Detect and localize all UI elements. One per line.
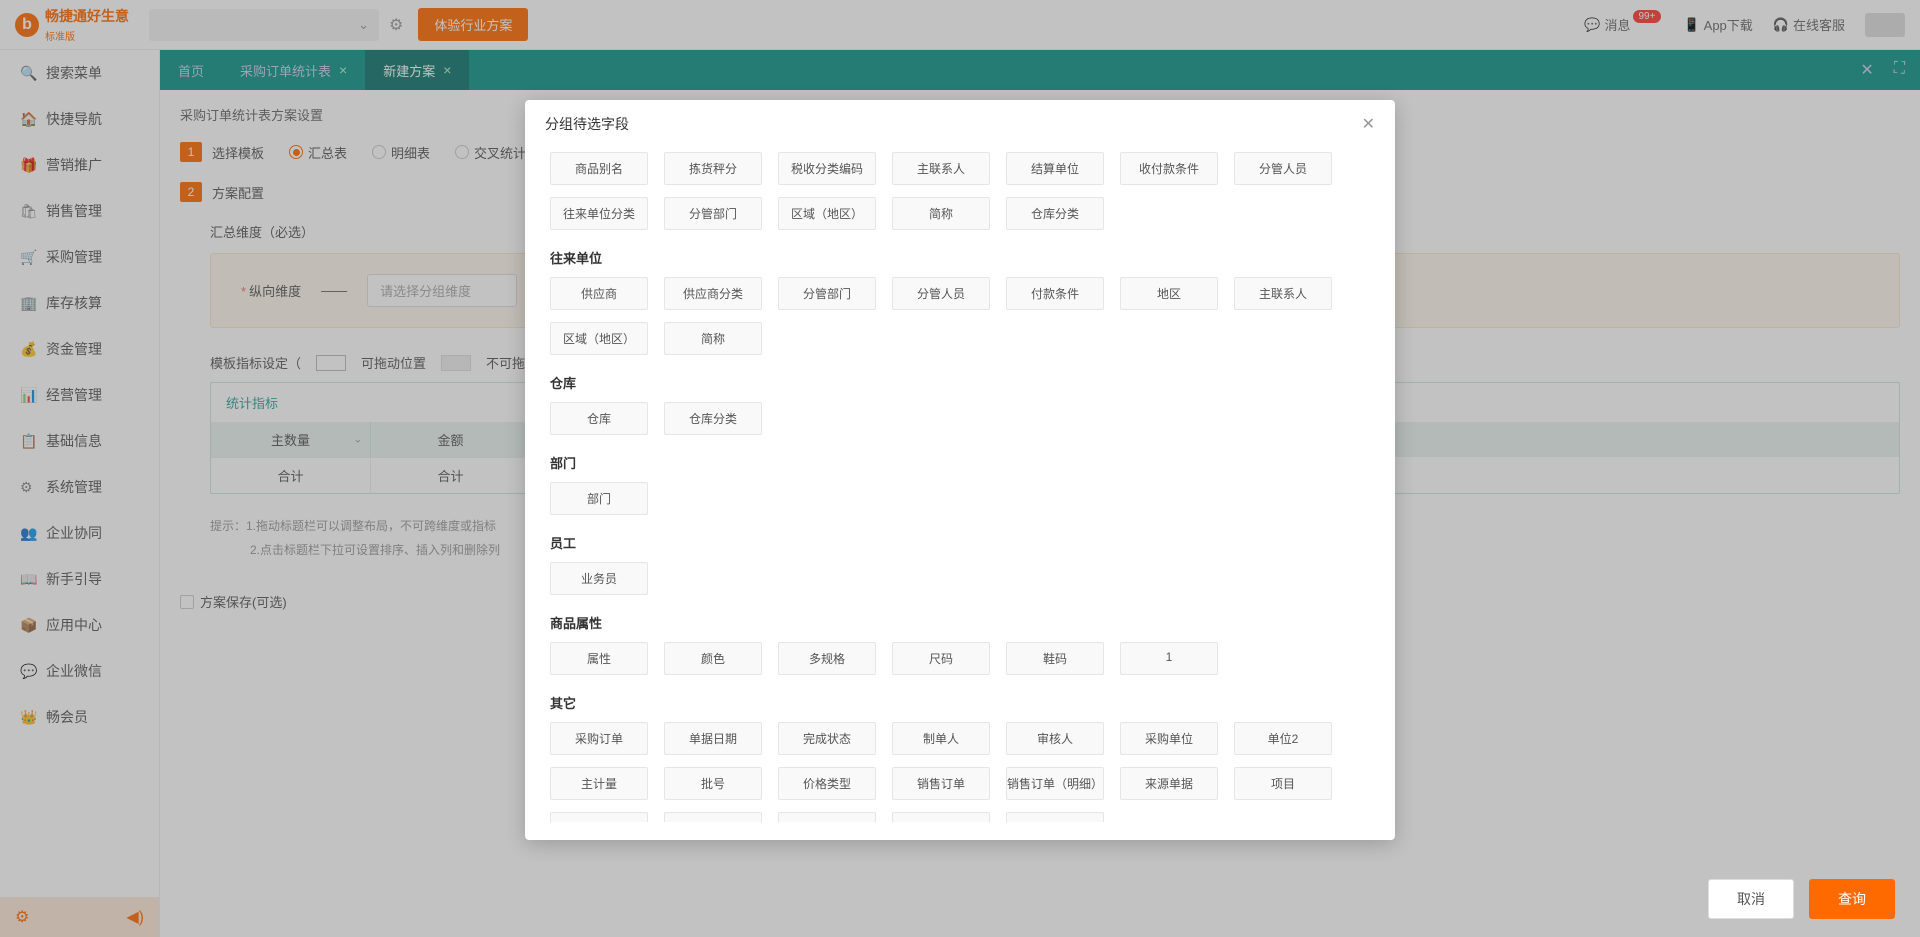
section-title: 员工 (550, 533, 1370, 552)
field-chip[interactable]: 单据日期 (664, 722, 762, 755)
section-title: 其它 (550, 693, 1370, 712)
field-chip[interactable]: 仓库 (550, 402, 648, 435)
section-title: 仓库 (550, 373, 1370, 392)
field-chip[interactable]: 分管部门 (778, 277, 876, 310)
field-chip[interactable]: 往来单位分类 (550, 197, 648, 230)
field-chip[interactable]: 来源单据 (1120, 767, 1218, 800)
field-chip[interactable]: 简称 (892, 197, 990, 230)
field-chip[interactable]: 车架号 (778, 812, 876, 822)
field-chip[interactable]: 收付款条件 (1120, 152, 1218, 185)
field-chip[interactable]: 分管人员 (1234, 152, 1332, 185)
field-chip[interactable]: 鞋码 (1006, 642, 1104, 675)
field-chip[interactable]: 尺码 (892, 642, 990, 675)
field-chip[interactable]: 仓库分类 (664, 402, 762, 435)
field-chip[interactable]: 部门 (550, 482, 648, 515)
field-chip[interactable]: 批号 (664, 767, 762, 800)
field-chip[interactable]: 项目分类 (550, 812, 648, 822)
section-title: 部门 (550, 453, 1370, 472)
field-chip[interactable]: 采购单位 (1120, 722, 1218, 755)
field-chip[interactable]: 付款条件 (1006, 277, 1104, 310)
cancel-button[interactable]: 取消 (1708, 879, 1794, 919)
field-chip[interactable]: 销售订单（明细） (1006, 767, 1104, 800)
field-chip[interactable]: 仓库分类 (1006, 197, 1104, 230)
field-chip[interactable]: 属性 (550, 642, 648, 675)
field-chip[interactable]: 分管部门 (664, 197, 762, 230)
field-chip[interactable]: 行中止 (664, 812, 762, 822)
field-chip[interactable]: 零件名称 (892, 812, 990, 822)
field-chip[interactable]: 采购订单 (550, 722, 648, 755)
section-title: 往来单位 (550, 248, 1370, 267)
field-chip[interactable]: 项目 (1234, 767, 1332, 800)
field-chip[interactable]: 制单人 (892, 722, 990, 755)
field-chip[interactable]: 审核人 (1006, 722, 1104, 755)
modal-title: 分组待选字段 (545, 114, 629, 134)
field-chip[interactable]: 结算单位 (1006, 152, 1104, 185)
field-chip[interactable]: 供应商分类 (664, 277, 762, 310)
field-chip[interactable]: 区域（地区） (778, 197, 876, 230)
field-chip[interactable]: 主联系人 (1234, 277, 1332, 310)
field-chip[interactable]: 单位2 (1234, 722, 1332, 755)
section-title: 商品属性 (550, 613, 1370, 632)
horizontal-scrollbar[interactable] (545, 822, 1375, 832)
field-chip[interactable]: 多规格 (778, 642, 876, 675)
field-chip[interactable]: 供应商 (550, 277, 648, 310)
field-chip[interactable]: 销售订单 (892, 767, 990, 800)
field-chip[interactable]: 商品别名 (550, 152, 648, 185)
field-chip[interactable]: 分管人员 (892, 277, 990, 310)
field-picker-modal: 分组待选字段 ✕ 商品别名拣货秤分税收分类编码主联系人结算单位收付款条件分管人员… (525, 100, 1395, 840)
field-chip[interactable]: 地区 (1120, 277, 1218, 310)
field-chip[interactable]: 价格类型 (778, 767, 876, 800)
query-button[interactable]: 查询 (1809, 879, 1895, 919)
field-chip[interactable]: 完成状态 (778, 722, 876, 755)
field-chip[interactable]: 区域（地区） (550, 322, 648, 355)
close-icon[interactable]: ✕ (1362, 114, 1375, 134)
field-chip[interactable]: 主联系人 (892, 152, 990, 185)
field-chip[interactable]: 是否开票 (1006, 812, 1104, 822)
field-chip[interactable]: 业务员 (550, 562, 648, 595)
field-chip[interactable]: 税收分类编码 (778, 152, 876, 185)
field-chip[interactable]: 颜色 (664, 642, 762, 675)
field-chip[interactable]: 简称 (664, 322, 762, 355)
field-chip[interactable]: 1 (1120, 642, 1218, 675)
field-chip[interactable]: 主计量 (550, 767, 648, 800)
field-chip[interactable]: 拣货秤分 (664, 152, 762, 185)
